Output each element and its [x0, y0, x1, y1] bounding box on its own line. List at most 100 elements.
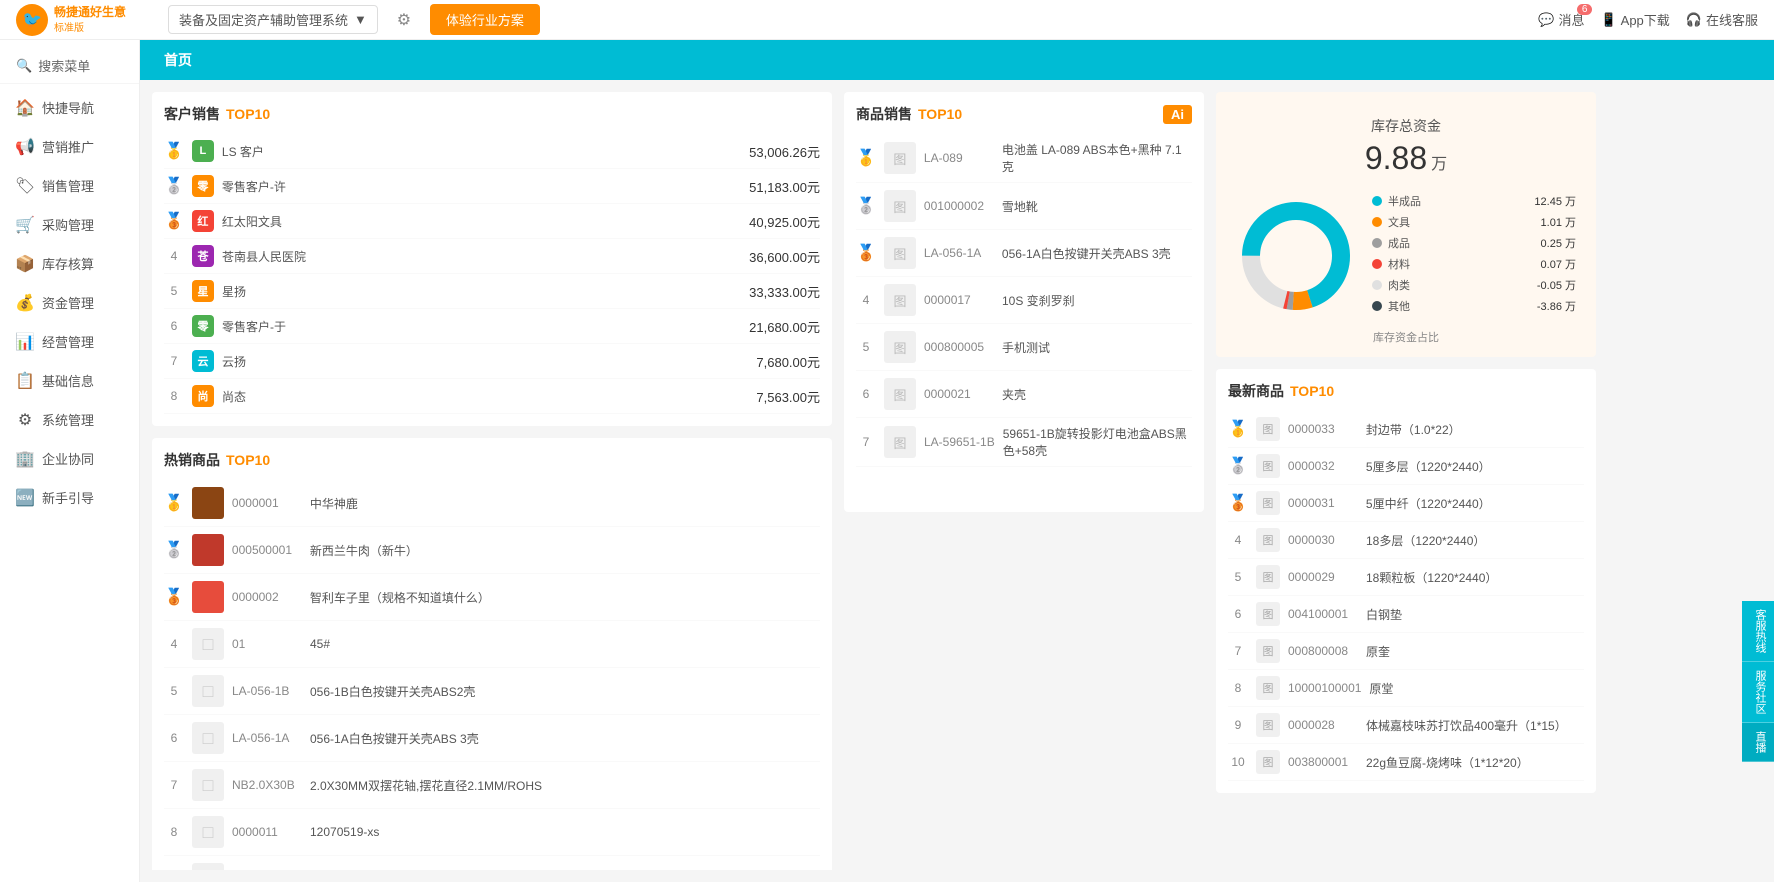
- new-product-item: 7 图 000800008 原奎: [1228, 633, 1584, 670]
- product-image-placeholder: □: [192, 628, 224, 660]
- legend-name: 文具: [1388, 214, 1535, 230]
- goods-image-placeholder: 图: [884, 237, 916, 269]
- service-community-btn[interactable]: 服务社区: [1742, 662, 1774, 723]
- new-product-item: 8 图 10000100001 原堂: [1228, 670, 1584, 707]
- goods-code: LA-089: [924, 151, 994, 165]
- rank-amount: 21,680.00元: [749, 317, 820, 336]
- sidebar-item-quick-nav[interactable]: 🏠 快捷导航: [0, 88, 139, 127]
- new-product-name: 18颗粒板（1220*2440）: [1366, 569, 1584, 586]
- stock-panel: 库存总资金 9.88 万: [1216, 92, 1596, 357]
- new-rank-num: 4: [1228, 533, 1248, 547]
- page-header: 首页: [140, 40, 1774, 80]
- new-rank-num: 9: [1228, 718, 1248, 732]
- legend-item: 成品 0.25 万: [1372, 235, 1576, 251]
- new-product-name: 18多层（1220*2440）: [1366, 532, 1584, 549]
- sidebar-item-inventory[interactable]: 📦 库存核算: [0, 244, 139, 283]
- message-btn[interactable]: 💬 消息 6: [1538, 10, 1584, 29]
- tab-home[interactable]: 首页: [140, 40, 216, 80]
- app-download-btn[interactable]: 📱 App下载: [1600, 10, 1669, 29]
- rank-medal-icon: 🥉: [856, 243, 876, 263]
- product-name: 中华神鹿: [310, 495, 820, 512]
- trial-button[interactable]: 体验行业方案: [430, 4, 540, 35]
- sidebar-item-sales[interactable]: 🏷 销售管理: [0, 166, 139, 205]
- base-icon: 📋: [16, 372, 34, 390]
- sidebar-item-company[interactable]: 🏢 企业协同: [0, 439, 139, 478]
- new-product-name: 原奎: [1366, 643, 1584, 660]
- new-products-title: 最新商品 TOP10: [1228, 381, 1584, 401]
- legend-item: 材料 0.07 万: [1372, 256, 1576, 272]
- nav-label-guide: 新手引导: [42, 488, 94, 507]
- rank-number: 6: [164, 319, 184, 333]
- sidebar-item-finance[interactable]: 💰 资金管理: [0, 283, 139, 322]
- layout: 🔍 搜索菜单 🏠 快捷导航 📢 营销推广 🏷 销售管理 🛒 采购管理 📦 库存核…: [0, 40, 1774, 882]
- product-rank-num: 6: [164, 731, 184, 745]
- new-product-code: 0000033: [1288, 422, 1358, 436]
- guide-icon: 🆕: [16, 489, 34, 507]
- rank-medal-icon: 🥈: [164, 176, 184, 196]
- nav-label-marketing: 营销推广: [42, 137, 94, 156]
- product-image-placeholder: □: [192, 816, 224, 848]
- rank-amount: 40,925.00元: [749, 212, 820, 231]
- ai-badge[interactable]: Ai: [1163, 105, 1192, 124]
- nav-label-operations: 经营管理: [42, 332, 94, 351]
- rank-amount: 53,006.26元: [749, 142, 820, 161]
- product-image-placeholder: □: [192, 863, 224, 870]
- main-content: 首页 客户销售 TOP10 🥇 L LS 客户 53,006.26元 🥈 零 零…: [140, 40, 1774, 882]
- product-name: 056-1B白色按键开关壳ABS2壳: [310, 683, 820, 700]
- topbar-right: 💬 消息 6 📱 App下载 🎧 在线客服: [1538, 10, 1758, 29]
- search-menu[interactable]: 🔍 搜索菜单: [0, 48, 139, 84]
- rank-item: 🥉 红 红太阳文具 40,925.00元: [164, 204, 820, 239]
- new-product-name: 原堂: [1369, 680, 1584, 697]
- rank-amount: 7,680.00元: [756, 352, 820, 371]
- app-label: App下载: [1621, 10, 1670, 29]
- new-product-name: 22g鱼豆腐-烧烤味（1*12*20）: [1366, 754, 1584, 771]
- rank-number: 7: [164, 354, 184, 368]
- settings-icon[interactable]: ⚙: [390, 6, 418, 34]
- sidebar-item-base[interactable]: 📋 基础信息: [0, 361, 139, 400]
- product-rank-num: 5: [164, 684, 184, 698]
- rank-medal-icon: 🥈: [1228, 456, 1248, 476]
- new-product-image: 图: [1256, 417, 1280, 441]
- legend-value: -0.05 万: [1537, 277, 1576, 293]
- product-code: LA-056-1A: [232, 731, 302, 745]
- new-rank-num: 5: [1228, 570, 1248, 584]
- product-image-placeholder: □: [192, 722, 224, 754]
- customer-hotline-btn[interactable]: 客服热线: [1742, 601, 1774, 662]
- product-image: [192, 534, 224, 566]
- rank-amount: 7,563.00元: [756, 387, 820, 406]
- sidebar-item-purchase[interactable]: 🛒 采购管理: [0, 205, 139, 244]
- stock-title: 库存总资金: [1228, 116, 1584, 136]
- brand-sub: 标准版: [54, 19, 126, 34]
- new-products-top: TOP10: [1290, 383, 1334, 399]
- system-select[interactable]: 装备及固定资产辅助管理系统 ▼: [168, 5, 378, 34]
- goods-rank-item: 5 图 000800005 手机测试: [856, 324, 1192, 371]
- hot-products-top: TOP10: [226, 452, 270, 468]
- sidebar-item-operations[interactable]: 📊 经营管理: [0, 322, 139, 361]
- live-btn[interactable]: 直播: [1742, 723, 1774, 762]
- hot-products-label: 热销商品: [164, 450, 220, 470]
- hot-product-item: 5 □ LA-056-1B 056-1B白色按键开关壳ABS2壳: [164, 668, 820, 715]
- service-label: 在线客服: [1706, 10, 1758, 29]
- brand-icon: 🐦: [16, 4, 48, 36]
- hot-products-list: 🥇 0000001 中华神鹿 🥈 000500001 新西兰牛肉（新牛） 🥉 0…: [164, 480, 820, 870]
- sidebar: 🔍 搜索菜单 🏠 快捷导航 📢 营销推广 🏷 销售管理 🛒 采购管理 📦 库存核…: [0, 40, 140, 882]
- product-image: [192, 581, 224, 613]
- hot-product-item: 🥉 0000002 智利车子里（规格不知道填什么）: [164, 574, 820, 621]
- goods-name: 电池盖 LA-089 ABS本色+黑种 7.1克: [1002, 141, 1192, 175]
- new-product-item: 🥈 图 0000032 5厘多层（1220*2440）: [1228, 448, 1584, 485]
- rank-name: 零售客户-许: [222, 178, 741, 195]
- donut-container: 半成品 12.45 万 文具 1.01 万 成品 0.25 万 材料 0.07 …: [1228, 185, 1584, 327]
- sidebar-item-marketing[interactable]: 📢 营销推广: [0, 127, 139, 166]
- stock-amount: 9.88: [1365, 140, 1427, 177]
- legend-name: 肉类: [1388, 277, 1531, 293]
- online-service-btn[interactable]: 🎧 在线客服: [1686, 10, 1758, 29]
- rank-badge: 云: [192, 350, 214, 372]
- sidebar-item-guide[interactable]: 🆕 新手引导: [0, 478, 139, 517]
- hot-product-item: 🥈 000500001 新西兰牛肉（新牛）: [164, 527, 820, 574]
- new-product-image: 图: [1256, 528, 1280, 552]
- company-icon: 🏢: [16, 450, 34, 468]
- goods-name: 10S 变刹罗刹: [1002, 292, 1192, 309]
- rank-medal-icon: 🥇: [164, 493, 184, 513]
- sidebar-item-system[interactable]: ⚙ 系统管理: [0, 400, 139, 439]
- message-icon: 💬: [1538, 12, 1554, 28]
